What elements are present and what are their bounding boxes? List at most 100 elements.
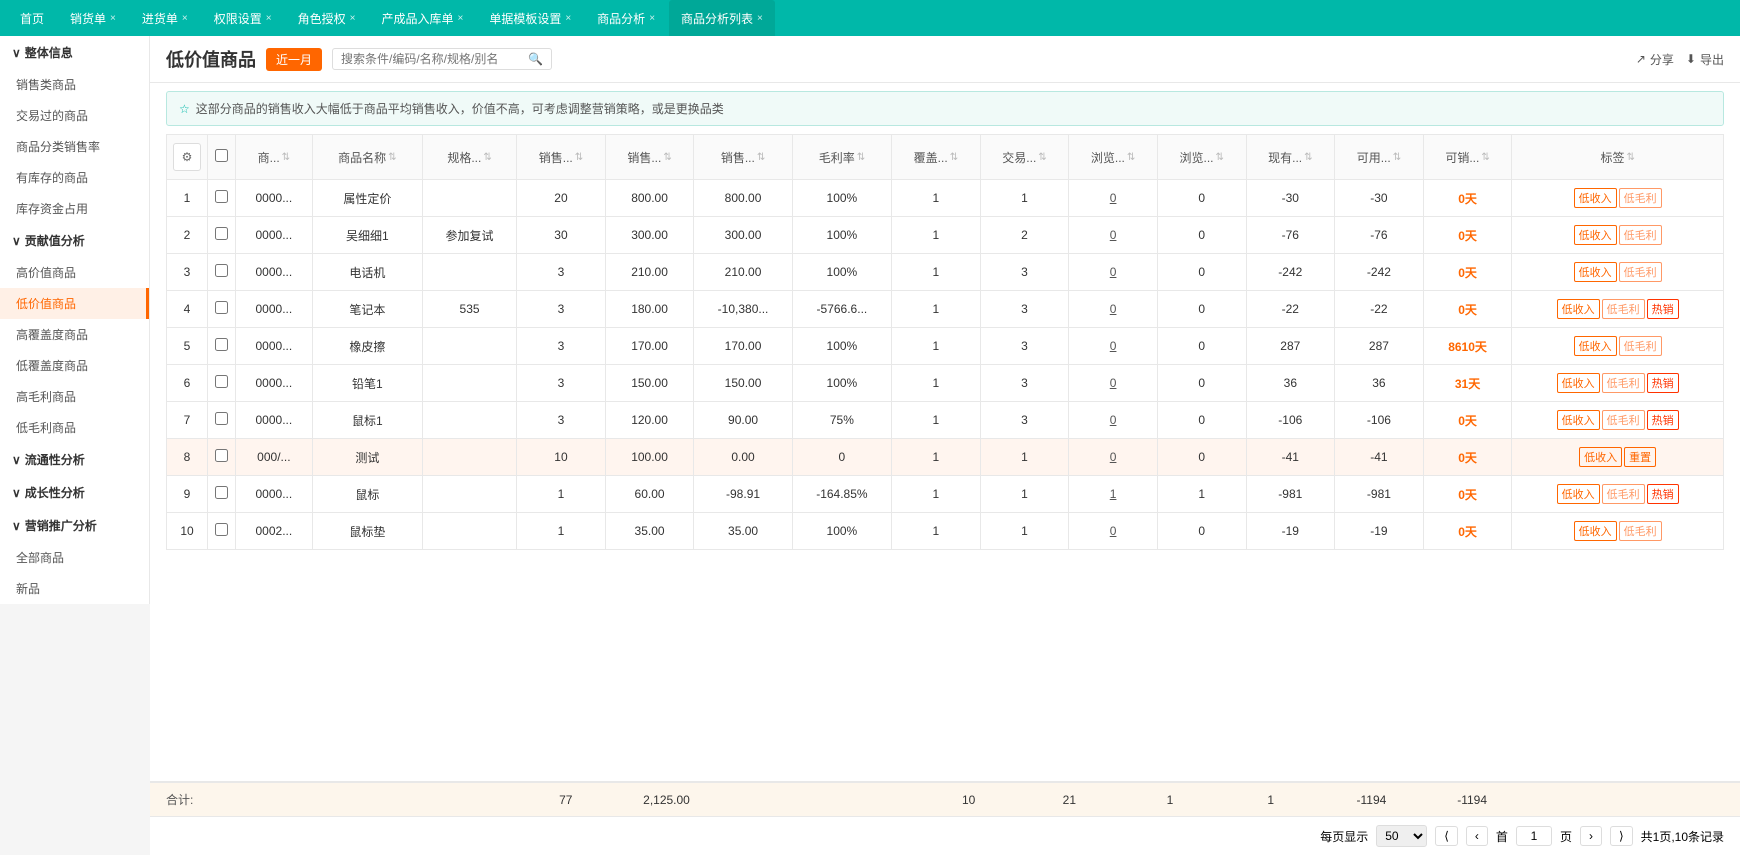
col-sellable[interactable]: 可销...⇅: [1423, 135, 1512, 180]
select-all-checkbox[interactable]: [215, 149, 228, 162]
close-icon[interactable]: ×: [266, 13, 272, 24]
close-icon[interactable]: ×: [565, 13, 571, 24]
pv1-link[interactable]: 0: [1110, 524, 1117, 538]
nav-item-权限设置[interactable]: 权限设置×: [202, 0, 284, 36]
col-settings-btn[interactable]: ⚙: [173, 143, 201, 171]
close-icon[interactable]: ×: [350, 13, 356, 24]
row-checkbox-cell[interactable]: [208, 402, 236, 439]
col-stock[interactable]: 现有...⇅: [1246, 135, 1335, 180]
col-available[interactable]: 可用...⇅: [1335, 135, 1424, 180]
page-size-select[interactable]: 50 100 200: [1376, 825, 1427, 847]
nav-item-单据模板设置[interactable]: 单据模板设置×: [477, 0, 583, 36]
last-page-button[interactable]: ⟩: [1610, 826, 1633, 846]
sidebar-item-低毛利商品[interactable]: 低毛利商品: [0, 412, 149, 443]
col-coverage[interactable]: 覆盖...⇅: [892, 135, 981, 180]
col-sales-qty[interactable]: 销售...⇅: [517, 135, 606, 180]
col-pv2[interactable]: 浏览...⇅: [1157, 135, 1246, 180]
close-icon[interactable]: ×: [457, 13, 463, 24]
nav-item-商品分析列表[interactable]: 商品分析列表×: [669, 0, 775, 36]
sidebar-group-贡献值分析[interactable]: ∨贡献值分析: [0, 224, 149, 257]
sidebar-item-高覆盖度商品[interactable]: 高覆盖度商品: [0, 319, 149, 350]
nav-item-商品分析[interactable]: 商品分析×: [585, 0, 667, 36]
pv1-link[interactable]: 0: [1110, 450, 1117, 464]
nav-item-产成品入库单[interactable]: 产成品入库单×: [369, 0, 475, 36]
row-checkbox[interactable]: [215, 227, 228, 240]
sidebar-item-低覆盖度商品[interactable]: 低覆盖度商品: [0, 350, 149, 381]
row-checkbox[interactable]: [215, 523, 228, 536]
row-checkbox-cell[interactable]: [208, 254, 236, 291]
nav-item-进货单[interactable]: 进货单×: [130, 0, 200, 36]
days-tag: 0天: [1458, 266, 1477, 280]
days-tag: 0天: [1458, 192, 1477, 206]
prev-page-button[interactable]: ‹: [1466, 826, 1488, 846]
sidebar-item-交易过的商品[interactable]: 交易过的商品: [0, 100, 149, 131]
col-name[interactable]: 商品名称⇅: [312, 135, 422, 180]
pv1-link[interactable]: 0: [1110, 228, 1117, 242]
row-name: 吴细细1: [312, 217, 422, 254]
sidebar-group-整体信息[interactable]: ∨整体信息: [0, 36, 149, 69]
col-settings[interactable]: ⚙: [167, 135, 208, 180]
row-checkbox-cell[interactable]: [208, 365, 236, 402]
row-checkbox[interactable]: [215, 375, 228, 388]
col-pv1[interactable]: 浏览...⇅: [1069, 135, 1158, 180]
row-checkbox[interactable]: [215, 412, 228, 425]
col-sales-amount[interactable]: 销售...⇅: [605, 135, 694, 180]
pv1-link[interactable]: 0: [1110, 413, 1117, 427]
row-checkbox[interactable]: [215, 301, 228, 314]
page-input[interactable]: [1516, 826, 1552, 846]
row-checkbox-cell[interactable]: [208, 476, 236, 513]
export-button[interactable]: ⬇ 导出: [1686, 51, 1724, 68]
row-checkbox-cell[interactable]: [208, 291, 236, 328]
row-checkbox[interactable]: [215, 449, 228, 462]
row-checkbox-cell[interactable]: [208, 513, 236, 550]
pv1-link[interactable]: 0: [1110, 265, 1117, 279]
row-checkbox-cell[interactable]: [208, 439, 236, 476]
sidebar-item-商品分类销售率[interactable]: 商品分类销售率: [0, 131, 149, 162]
row-checkbox[interactable]: [215, 486, 228, 499]
pv1-link[interactable]: 0: [1110, 191, 1117, 205]
row-checkbox[interactable]: [215, 264, 228, 277]
row-checkbox[interactable]: [215, 190, 228, 203]
row-spec: [422, 513, 516, 550]
sidebar-group-流通性分析[interactable]: ∨流通性分析: [0, 443, 149, 476]
nav-item-销货单[interactable]: 销货单×: [58, 0, 128, 36]
pv1-link[interactable]: 1: [1110, 487, 1117, 501]
search-input[interactable]: [341, 52, 524, 66]
col-checkbox[interactable]: [208, 135, 236, 180]
first-page-button[interactable]: ⟨: [1435, 826, 1458, 846]
close-icon[interactable]: ×: [757, 13, 763, 24]
col-sales-price[interactable]: 销售...⇅: [694, 135, 792, 180]
sidebar-item-全部商品[interactable]: 全部商品: [0, 542, 149, 573]
total-trade: 21: [1019, 793, 1120, 807]
sidebar-item-高毛利商品[interactable]: 高毛利商品: [0, 381, 149, 412]
col-tags[interactable]: 标签⇅: [1512, 135, 1724, 180]
sidebar-item-库存资金占用[interactable]: 库存资金占用: [0, 193, 149, 224]
search-box[interactable]: 🔍: [332, 48, 552, 70]
row-checkbox-cell[interactable]: [208, 328, 236, 365]
nav-item-首页[interactable]: 首页: [8, 0, 56, 36]
col-spec[interactable]: 规格...⇅: [422, 135, 516, 180]
col-code[interactable]: 商...⇅: [236, 135, 313, 180]
sidebar-item-新品[interactable]: 新品: [0, 573, 149, 604]
row-checkbox[interactable]: [215, 338, 228, 351]
sidebar-item-有库存的商品[interactable]: 有库存的商品: [0, 162, 149, 193]
next-page-button[interactable]: ›: [1580, 826, 1602, 846]
share-button[interactable]: ↗ 分享: [1636, 51, 1674, 68]
sidebar-item-高价值商品[interactable]: 高价值商品: [0, 257, 149, 288]
close-icon[interactable]: ×: [110, 13, 116, 24]
sidebar-group-营销推广分析[interactable]: ∨营销推广分析: [0, 509, 149, 542]
row-checkbox-cell[interactable]: [208, 180, 236, 217]
filter-button[interactable]: 近一月: [266, 48, 322, 71]
pv1-link[interactable]: 0: [1110, 339, 1117, 353]
pv1-link[interactable]: 0: [1110, 376, 1117, 390]
row-checkbox-cell[interactable]: [208, 217, 236, 254]
col-trade[interactable]: 交易...⇅: [980, 135, 1069, 180]
pv1-link[interactable]: 0: [1110, 302, 1117, 316]
sidebar-group-成长性分析[interactable]: ∨成长性分析: [0, 476, 149, 509]
sidebar-item-低价值商品[interactable]: 低价值商品: [0, 288, 149, 319]
nav-item-角色授权[interactable]: 角色授权×: [286, 0, 368, 36]
close-icon[interactable]: ×: [182, 13, 188, 24]
close-icon[interactable]: ×: [649, 13, 655, 24]
sidebar-item-销售类商品[interactable]: 销售类商品: [0, 69, 149, 100]
col-margin[interactable]: 毛利率⇅: [792, 135, 891, 180]
